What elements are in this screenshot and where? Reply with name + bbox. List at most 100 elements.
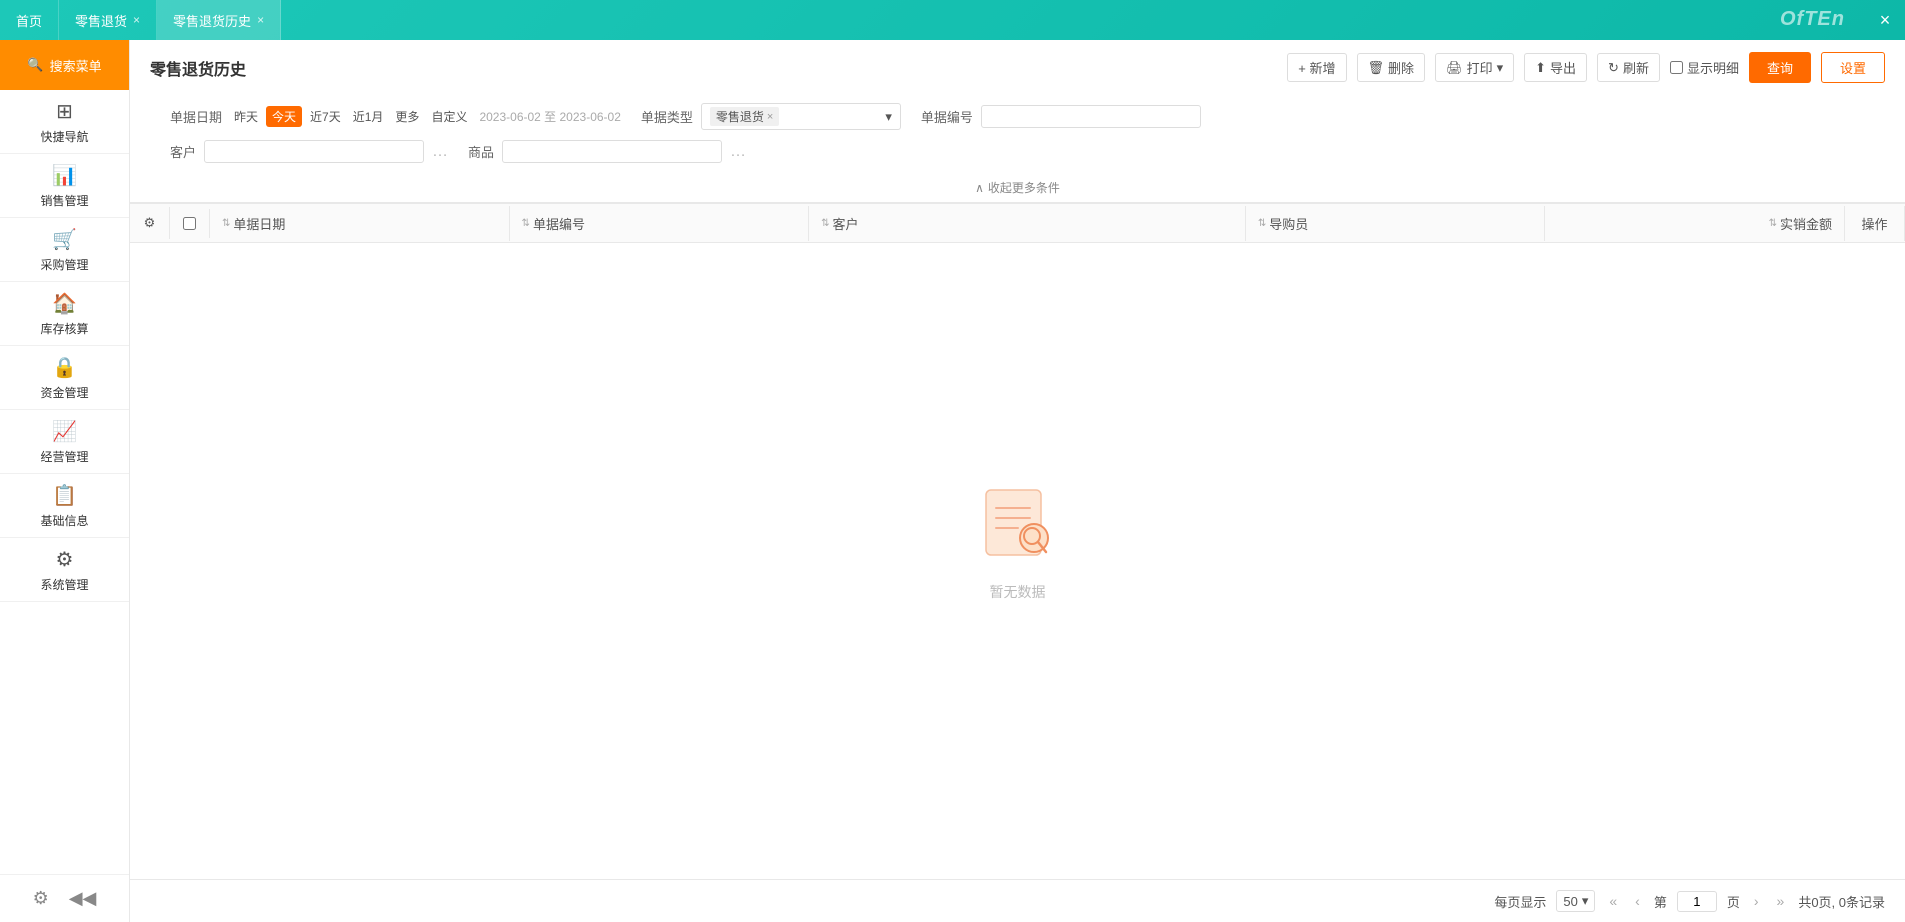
- th-date[interactable]: ⇅ 单据日期: [210, 206, 510, 241]
- current-page-input[interactable]: [1677, 891, 1717, 912]
- tab-retail-return[interactable]: 零售退货 ×: [59, 0, 157, 40]
- export-icon: ⬆: [1535, 60, 1546, 76]
- refresh-icon: ↻: [1608, 60, 1619, 76]
- export-button[interactable]: ⬆ 导出: [1524, 53, 1587, 82]
- empty-state: 暂无数据: [130, 243, 1905, 879]
- operation-icon: 📈: [52, 419, 77, 444]
- th-guide[interactable]: ⇅ 导购员: [1246, 206, 1546, 241]
- tab-retail-return-close[interactable]: ×: [133, 13, 140, 27]
- goods-input[interactable]: [502, 140, 722, 163]
- sidebar-item-inventory[interactable]: 🏠 库存核算: [0, 282, 129, 346]
- customer-input[interactable]: [204, 140, 424, 163]
- th-date-sort-icon: ⇅: [222, 218, 230, 229]
- show-detail-input[interactable]: [1670, 61, 1683, 74]
- th-amount[interactable]: ⇅ 实销金额: [1545, 206, 1845, 241]
- settings-col-icon: ⚙: [144, 215, 156, 231]
- tab-home[interactable]: 首页: [0, 0, 59, 40]
- filter-row-1: 单据日期 昨天 今天 近7天 近1月 更多 自定义 2023-06-02 至 2…: [170, 103, 1865, 130]
- print-button[interactable]: 🖨 打印 ▾: [1435, 53, 1514, 82]
- sidebar-item-finance[interactable]: 🔒 资金管理: [0, 346, 129, 410]
- window-close-button[interactable]: ×: [1865, 0, 1905, 40]
- refresh-button[interactable]: ↻ 刷新: [1597, 53, 1660, 82]
- tab-retail-return-history-close[interactable]: ×: [257, 13, 264, 27]
- settings-icon[interactable]: ⚙: [33, 888, 49, 909]
- date-filter-buttons: 昨天 今天 近7天 近1月 更多 自定义: [230, 106, 471, 127]
- bill-type-select[interactable]: 零售退货 × ▾: [701, 103, 901, 130]
- th-action: 操作: [1845, 206, 1905, 241]
- 7days-btn[interactable]: 近7天: [306, 107, 345, 126]
- per-page-chevron-icon: ▾: [1582, 893, 1589, 909]
- th-amount-sort-icon: ⇅: [1769, 218, 1777, 229]
- date-filter-label: 单据日期: [170, 107, 222, 126]
- bill-number-label: 单据编号: [921, 107, 973, 126]
- sidebar: 🔍 搜索菜单 ⊞ 快捷导航 📊 销售管理 🛒 采购管理 🏠 库存核算 🔒 资金管…: [0, 40, 130, 922]
- per-page-value: 50: [1563, 894, 1577, 909]
- total-records: 共0页, 0条记录: [1798, 892, 1885, 911]
- more-btn[interactable]: 更多: [391, 107, 423, 126]
- page-unit: 页: [1727, 892, 1740, 911]
- brand-watermark: OfTEn: [1780, 8, 1845, 31]
- bill-number-input[interactable]: [981, 105, 1201, 128]
- sidebar-item-purchase[interactable]: 🛒 采购管理: [0, 218, 129, 282]
- th-check[interactable]: [170, 209, 210, 238]
- tab-retail-return-history[interactable]: 零售退货历史 ×: [157, 0, 281, 40]
- select-all-checkbox[interactable]: [183, 217, 196, 230]
- table-footer: 每页显示 50 ▾ « ‹ 第 页 › » 共0页, 0条记录: [130, 879, 1905, 922]
- sidebar-search[interactable]: 🔍 搜索菜单: [0, 40, 129, 90]
- th-bill-sort-icon: ⇅: [522, 218, 530, 229]
- sales-icon: 📊: [52, 163, 77, 188]
- system-icon: ⚙: [56, 547, 74, 572]
- per-page-select[interactable]: 50 ▾: [1556, 890, 1595, 912]
- sidebar-item-label: 系统管理: [40, 576, 88, 593]
- table-area: ⚙ ⇅ 单据日期 ⇅ 单据编号 ⇅ 客户 ⇅: [130, 203, 1905, 879]
- show-detail-checkbox[interactable]: 显示明细: [1670, 58, 1739, 77]
- first-page-button[interactable]: «: [1605, 893, 1621, 909]
- main-layout: 🔍 搜索菜单 ⊞ 快捷导航 📊 销售管理 🛒 采购管理 🏠 库存核算 🔒 资金管…: [0, 40, 1905, 922]
- page-label: 第: [1654, 892, 1667, 911]
- collapse-row[interactable]: ∧ 收起更多条件: [170, 173, 1865, 202]
- th-cust-sort-icon: ⇅: [821, 218, 829, 229]
- bill-type-chevron-icon: ▾: [885, 109, 892, 125]
- page-header: 零售退货历史 + 新增 🗑 删除 🖨 打印 ▾ ⬆ 导出: [130, 40, 1905, 203]
- th-guide-sort-icon: ⇅: [1258, 218, 1266, 229]
- th-customer[interactable]: ⇅ 客户: [809, 206, 1246, 241]
- prev-page-button[interactable]: ‹: [1631, 893, 1644, 909]
- last-page-button[interactable]: »: [1773, 893, 1789, 909]
- next-page-button[interactable]: ›: [1750, 893, 1763, 909]
- delete-button[interactable]: 🗑 删除: [1357, 53, 1426, 82]
- print-chevron-icon: ▾: [1497, 60, 1504, 76]
- customer-browse-icon[interactable]: …: [432, 143, 448, 161]
- tab-retail-return-history-label: 零售退货历史: [173, 11, 251, 30]
- quick-nav-icon: ⊞: [56, 99, 73, 124]
- bill-type-filter: 单据类型 零售退货 × ▾: [641, 103, 901, 130]
- custom-btn[interactable]: 自定义: [427, 107, 471, 126]
- per-page-label: 每页显示: [1494, 892, 1546, 911]
- yesterday-btn[interactable]: 昨天: [230, 107, 262, 126]
- sidebar-item-operation[interactable]: 📈 经营管理: [0, 410, 129, 474]
- tab-retail-return-label: 零售退货: [75, 11, 127, 30]
- 1month-btn[interactable]: 近1月: [349, 107, 388, 126]
- today-btn[interactable]: 今天: [266, 106, 302, 127]
- sidebar-item-sales[interactable]: 📊 销售管理: [0, 154, 129, 218]
- sidebar-item-system[interactable]: ⚙ 系统管理: [0, 538, 129, 602]
- th-settings[interactable]: ⚙: [130, 207, 170, 239]
- goods-label: 商品: [468, 142, 494, 161]
- top-bar: 首页 零售退货 × 零售退货历史 × OfTEn ×: [0, 0, 1905, 40]
- filter-area: 单据日期 昨天 今天 近7天 近1月 更多 自定义 2023-06-02 至 2…: [150, 93, 1885, 202]
- delete-icon: 🗑: [1368, 60, 1385, 76]
- setting-button[interactable]: 设置: [1821, 52, 1885, 83]
- bill-type-tag-close[interactable]: ×: [767, 111, 773, 123]
- th-bill-no[interactable]: ⇅ 单据编号: [510, 206, 810, 241]
- sidebar-item-basic[interactable]: 📋 基础信息: [0, 474, 129, 538]
- date-range-value: 2023-06-02 至 2023-06-02: [479, 108, 620, 125]
- query-button[interactable]: 查询: [1749, 52, 1811, 83]
- empty-text: 暂无数据: [990, 582, 1046, 602]
- customer-label: 客户: [170, 142, 196, 161]
- bill-type-tag: 零售退货 ×: [710, 107, 779, 126]
- add-button[interactable]: + 新增: [1287, 53, 1346, 82]
- sound-icon[interactable]: ◀◀: [69, 888, 97, 909]
- basic-icon: 📋: [52, 483, 77, 508]
- search-icon: 🔍: [27, 57, 43, 73]
- sidebar-item-quick-nav[interactable]: ⊞ 快捷导航: [0, 90, 129, 154]
- goods-browse-icon[interactable]: …: [730, 143, 746, 161]
